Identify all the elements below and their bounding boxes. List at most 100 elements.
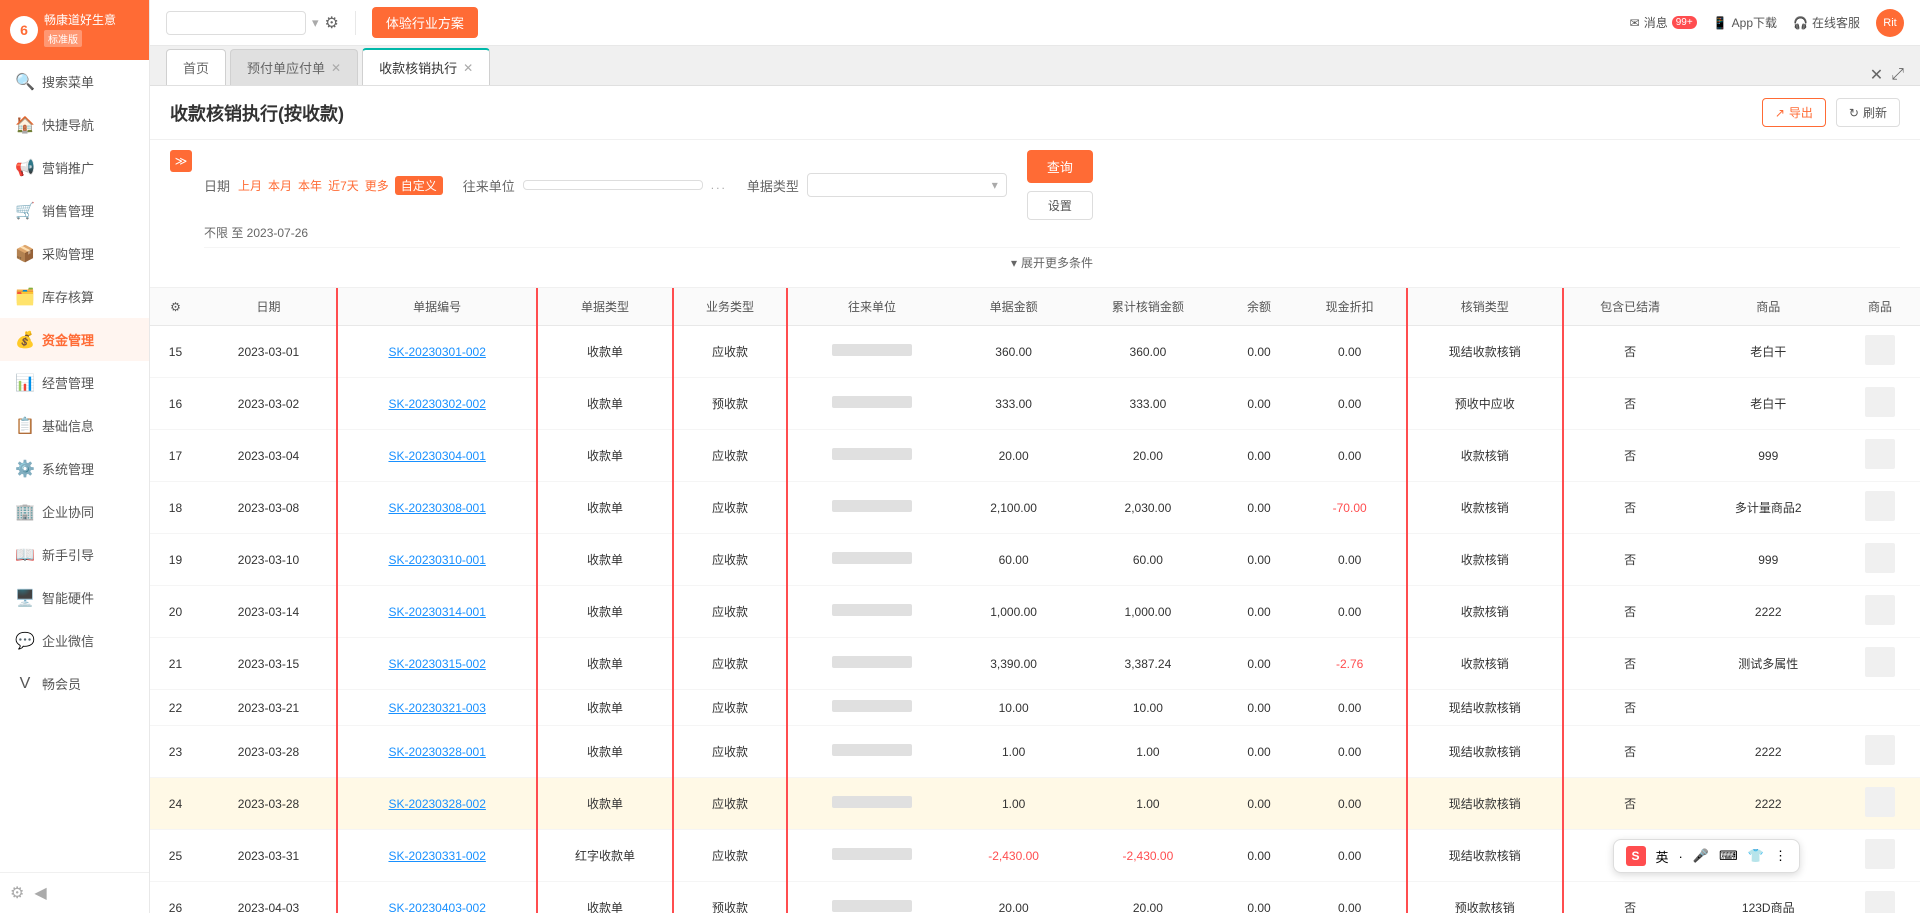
sidebar-item-wechat[interactable]: 💬 企业微信 (0, 619, 149, 662)
date-last-month[interactable]: 上月 (238, 177, 262, 194)
ime-menu-icon[interactable]: ⋮ (1774, 848, 1787, 864)
date-more[interactable]: 更多 (365, 177, 389, 194)
cell-bill-type: 收款单 (537, 326, 672, 378)
export-button[interactable]: ↗ 导出 (1762, 98, 1826, 127)
cell-balance: 0.00 (1224, 690, 1293, 726)
code-link[interactable]: SK-20230403-002 (388, 901, 485, 913)
tab-home[interactable]: 首页 (166, 49, 226, 85)
message-button[interactable]: ✉ 消息 99+ (1630, 14, 1697, 31)
code-link[interactable]: SK-20230328-002 (388, 797, 485, 811)
code-link[interactable]: SK-20230321-003 (388, 701, 485, 715)
date-7days[interactable]: 近7天 (328, 177, 359, 194)
cell-biz-type: 应收款 (673, 326, 788, 378)
sidebar-item-finance[interactable]: 💰 资金管理 (0, 318, 149, 361)
industry-button[interactable]: 体验行业方案 (372, 7, 478, 38)
query-button[interactable]: 查询 (1027, 150, 1093, 183)
ime-keyboard-icon[interactable]: ⌨ (1719, 848, 1738, 864)
cell-amount: 1.00 (956, 726, 1072, 778)
ime-mic-icon[interactable]: 🎤 (1693, 848, 1709, 864)
cell-date: 2023-03-02 (201, 378, 337, 430)
ime-dot: · (1679, 849, 1683, 864)
cell-verify-type: 收款核销 (1407, 534, 1563, 586)
collapse-icon[interactable]: ◀ (34, 883, 46, 903)
sidebar-item-guide[interactable]: 📖 新手引导 (0, 533, 149, 576)
tab-verify-close-icon[interactable]: ✕ (463, 61, 473, 75)
cell-bill-type: 收款单 (537, 534, 672, 586)
sidebar-item-quick-nav[interactable]: 🏠 快捷导航 (0, 103, 149, 146)
user-avatar[interactable]: Rit (1876, 9, 1904, 37)
date-this-month[interactable]: 本月 (268, 177, 292, 194)
settings-icon[interactable]: ⚙ (10, 883, 24, 903)
filter-toggle-button[interactable]: ≫ (170, 150, 192, 172)
partner-select[interactable] (523, 180, 703, 190)
refresh-button[interactable]: ↻ 刷新 (1836, 98, 1900, 127)
table-area: ⚙ 日期 单据编号 单据类型 业务类型 往来单位 单据金额 累计核销金额 余额 … (150, 288, 1920, 913)
tab-verify[interactable]: 收款核销执行 ✕ (362, 48, 490, 85)
type-select[interactable]: ▾ (807, 173, 1007, 197)
topbar-gear-icon[interactable]: ⚙ (325, 13, 339, 33)
sidebar-item-label-system: 系统管理 (42, 459, 94, 478)
tab-expand-icon[interactable]: ⤢ (1891, 66, 1904, 84)
sidebar-item-system[interactable]: ⚙️ 系统管理 (0, 447, 149, 490)
sidebar-item-member[interactable]: V 畅会员 (0, 662, 149, 705)
headset-icon: 🎧 (1793, 16, 1808, 30)
cell-included: 否 (1563, 482, 1697, 534)
settings-button[interactable]: 设置 (1027, 191, 1093, 220)
sidebar-item-search[interactable]: 🔍 搜索菜单 (0, 60, 149, 103)
ime-shirt-icon[interactable]: 👕 (1748, 848, 1764, 864)
code-link[interactable]: SK-20230304-001 (388, 449, 485, 463)
sidebar-item-sales[interactable]: 🛒 销售管理 (0, 189, 149, 232)
sidebar-item-purchase[interactable]: 📦 采购管理 (0, 232, 149, 275)
sidebar-item-marketing[interactable]: 📢 营销推广 (0, 146, 149, 189)
tab-prepay-close-icon[interactable]: ✕ (331, 61, 341, 75)
table-row: 26 2023-04-03 SK-20230403-002 收款单 预收款 20… (150, 882, 1920, 913)
cell-goods2 (1840, 638, 1920, 690)
dropdown-arrow-icon[interactable]: ▾ (312, 15, 319, 31)
sidebar-item-label-enterprise: 企业协同 (42, 502, 94, 521)
code-link[interactable]: SK-20230302-002 (388, 397, 485, 411)
tab-prepay[interactable]: 预付单应付单 ✕ (230, 49, 358, 85)
cell-num: 25 (150, 830, 201, 882)
date-custom-btn[interactable]: 自定义 (395, 176, 443, 195)
code-link[interactable]: SK-20230328-001 (388, 745, 485, 759)
cell-amount: 60.00 (956, 534, 1072, 586)
expand-more-btn[interactable]: ▾ 展开更多条件 (204, 247, 1900, 277)
col-settings[interactable]: ⚙ (150, 288, 201, 326)
message-icon: ✉ (1630, 16, 1640, 30)
cell-num: 26 (150, 882, 201, 913)
code-link[interactable]: SK-20230310-001 (388, 553, 485, 567)
tab-verify-label: 收款核销执行 (379, 58, 457, 77)
sidebar-item-hardware[interactable]: 🖥️ 智能硬件 (0, 576, 149, 619)
app-download-button[interactable]: 📱 App下载 (1713, 14, 1777, 31)
code-link[interactable]: SK-20230301-002 (388, 345, 485, 359)
code-link[interactable]: SK-20230331-002 (388, 849, 485, 863)
cell-goods2 (1840, 726, 1920, 778)
date-this-year[interactable]: 本年 (298, 177, 322, 194)
code-link[interactable]: SK-20230315-002 (388, 657, 485, 671)
page-actions: ↗ 导出 ↻ 刷新 (1762, 98, 1900, 127)
cell-biz-type: 应收款 (673, 726, 788, 778)
code-link[interactable]: SK-20230314-001 (388, 605, 485, 619)
cell-bill-type: 收款单 (537, 726, 672, 778)
cell-balance: 0.00 (1224, 430, 1293, 482)
cell-verify-type: 收款核销 (1407, 586, 1563, 638)
cell-partner (787, 378, 955, 430)
marketing-icon: 📢 (16, 159, 34, 177)
sidebar-item-base-info[interactable]: 📋 基础信息 (0, 404, 149, 447)
tab-close-all-icon[interactable]: ✕ (1870, 65, 1883, 85)
sidebar-item-operation[interactable]: 📊 经营管理 (0, 361, 149, 404)
cell-goods2 (1840, 430, 1920, 482)
app-logo: 6 畅康道好生意 标准版 (0, 0, 149, 60)
filter-more-dots[interactable]: ... (711, 178, 727, 192)
sidebar-item-inventory[interactable]: 🗂️ 库存核算 (0, 275, 149, 318)
online-service-button[interactable]: 🎧 在线客服 (1793, 14, 1860, 31)
brand-input[interactable] (166, 11, 306, 35)
cell-biz-type: 应收款 (673, 586, 788, 638)
ime-logo: S (1626, 846, 1646, 866)
cell-partner (787, 586, 955, 638)
table-row: 15 2023-03-01 SK-20230301-002 收款单 应收款 36… (150, 326, 1920, 378)
code-link[interactable]: SK-20230308-001 (388, 501, 485, 515)
cell-included: 否 (1563, 778, 1697, 830)
table-header: ⚙ 日期 单据编号 单据类型 业务类型 往来单位 单据金额 累计核销金额 余额 … (150, 288, 1920, 326)
sidebar-item-enterprise[interactable]: 🏢 企业协同 (0, 490, 149, 533)
